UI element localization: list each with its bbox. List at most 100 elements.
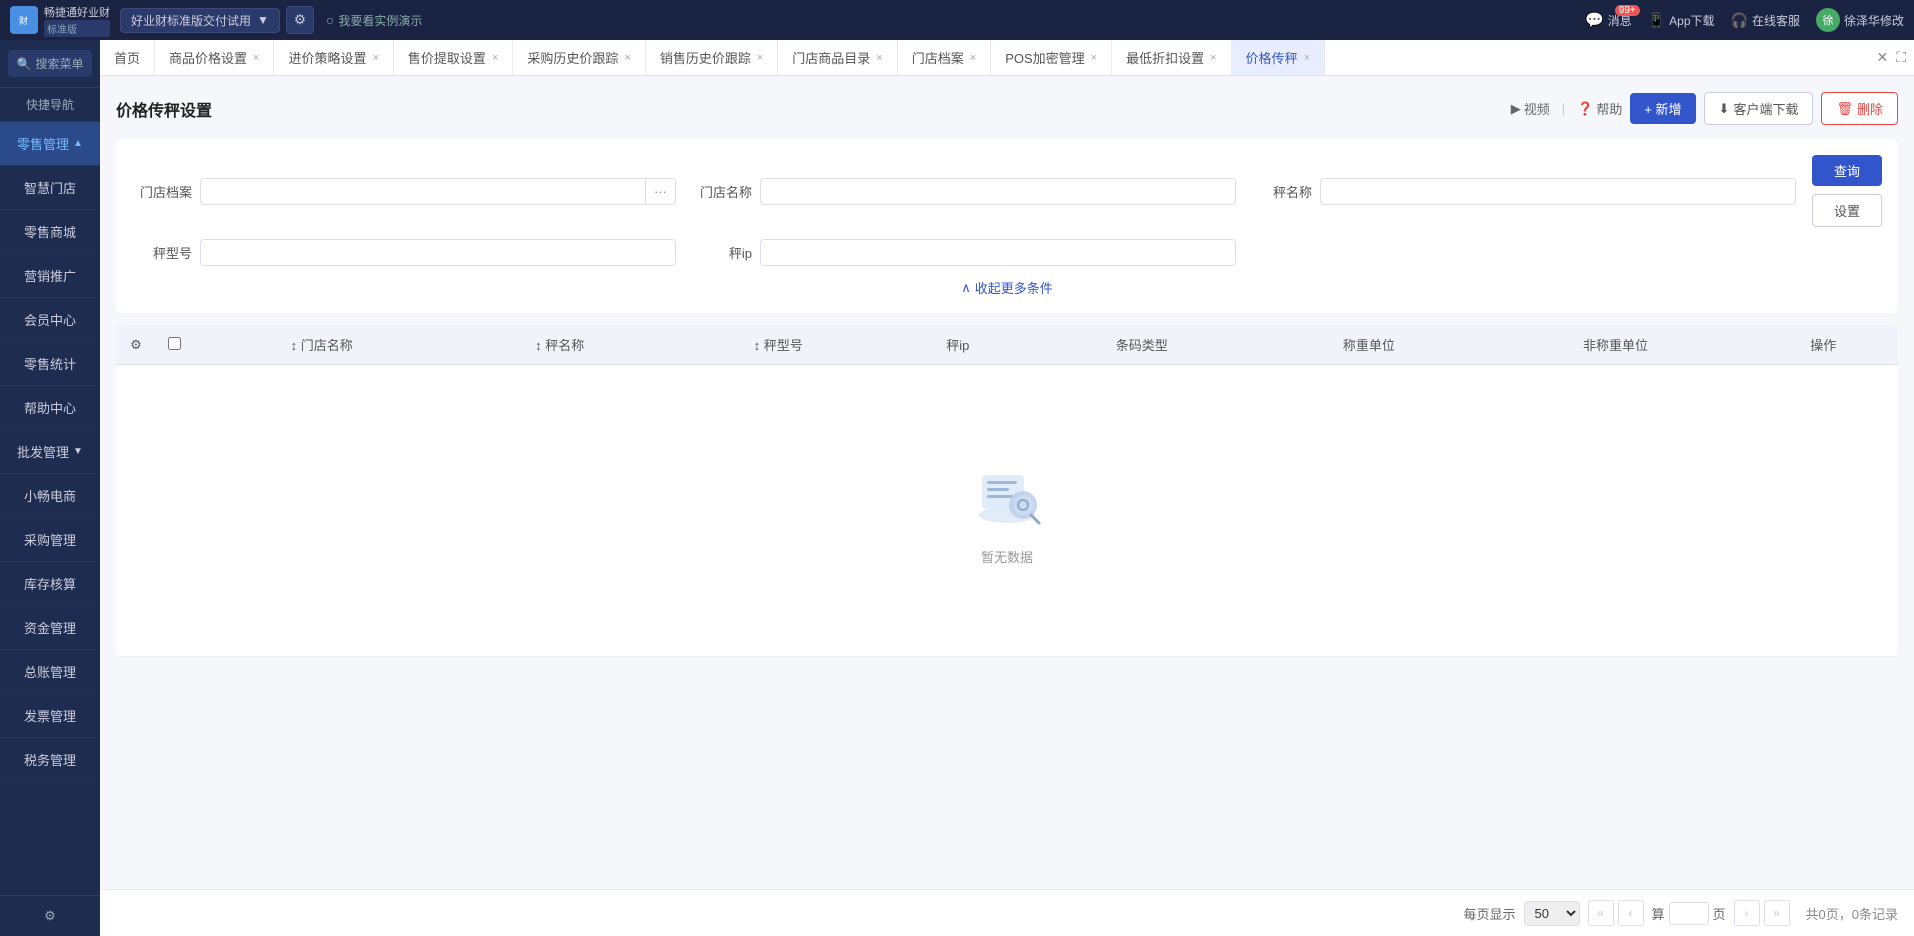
page-nav-right: › »	[1734, 900, 1790, 926]
tab-home[interactable]: 首页	[100, 40, 155, 75]
tab-store-catalog[interactable]: 门店商品目录 ×	[778, 40, 897, 75]
sidebar-item-xiaochange[interactable]: 小畅电商	[0, 474, 100, 518]
logo-area: 财 畅捷通好业财 标准版	[10, 4, 110, 37]
per-page-select[interactable]: 10 20 50 100	[1524, 901, 1580, 926]
page-number-input[interactable]: 1	[1669, 902, 1709, 925]
tab-sale-history[interactable]: 销售历史价跟踪 ×	[646, 40, 778, 75]
app-download-button[interactable]: 📱 App下载	[1648, 12, 1715, 29]
delete-button[interactable]: 🗑 删除	[1821, 92, 1898, 125]
sidebar-item-invoice-mgmt[interactable]: 发票管理	[0, 694, 100, 738]
sidebar-item-inventory[interactable]: 库存核算	[0, 562, 100, 606]
per-page-label: 每页显示	[1463, 904, 1515, 923]
search-menu-button[interactable]: 🔍 搜索菜单	[8, 50, 92, 77]
top-bar: 财 畅捷通好业财 标准版 好业财标准版交付试用 ▼ ⚙ ○ 我要看实例演示 💬 …	[0, 0, 1914, 40]
tab-store-file[interactable]: 门店档案 ×	[898, 40, 991, 75]
page-header: 价格传秤设置 ▶ 视频 | ❓ 帮助 + 新增 ⬇	[116, 92, 1898, 125]
video-link[interactable]: ▶ 视频	[1511, 99, 1550, 118]
pagination-bar: 每页显示 10 20 50 100 « ‹ 算 1 页	[100, 889, 1914, 936]
sidebar-item-smart-store[interactable]: 智慧门店	[0, 166, 100, 210]
top-right-area: 💬 消息 99+ 📱 App下载 🎧 在线客服 徐 徐泽华修改	[1585, 8, 1904, 32]
sidebar-item-marketing[interactable]: 营销推广	[0, 254, 100, 298]
sidebar-item-general-ledger[interactable]: 总账管理	[0, 650, 100, 694]
tab-close-price-scale[interactable]: ×	[1304, 52, 1310, 64]
user-area[interactable]: 徐 徐泽华修改	[1816, 8, 1904, 32]
tab-close-sale-history[interactable]: ×	[757, 52, 763, 64]
empty-text: 暂无数据	[981, 547, 1033, 566]
scale-ip-input[interactable]	[760, 239, 1236, 266]
tab-close-min-discount[interactable]: ×	[1210, 52, 1216, 64]
tab-close-sale-extract[interactable]: ×	[492, 52, 498, 64]
filter-row-1: 门店档案 ··· 门店名称 秤名称	[132, 155, 1882, 227]
collapse-button[interactable]: ∧ 收起更多条件	[961, 278, 1053, 297]
sidebar-item-retail-stats[interactable]: 零售统计	[0, 342, 100, 386]
page-input-group: 算 1 页	[1652, 902, 1726, 925]
filter-scale-ip: 秤ip	[692, 239, 1236, 266]
app-logo: 财	[10, 6, 38, 34]
prev-page-button[interactable]: ‹	[1618, 900, 1644, 926]
store-file-label: 门店档案	[132, 182, 192, 201]
tab-close-store-catalog[interactable]: ×	[876, 52, 882, 64]
query-buttons: 查询 设置	[1812, 155, 1882, 227]
th-scale-ip: 秤ip	[887, 325, 1028, 365]
tab-close-store-file[interactable]: ×	[970, 52, 976, 64]
th-scale-model: ↕ 秤型号	[669, 325, 888, 365]
tab-price-setting[interactable]: 商品价格设置 ×	[155, 40, 274, 75]
page-nav: « ‹	[1588, 900, 1644, 926]
filter-scale-model: 秤型号	[132, 239, 676, 266]
tab-close-purchase-history[interactable]: ×	[624, 52, 630, 64]
download-button[interactable]: ⬇ 客户端下载	[1704, 92, 1814, 125]
th-settings: ⚙	[116, 325, 156, 365]
tab-pos-mgmt[interactable]: POS加密管理 ×	[991, 40, 1112, 75]
sidebar: 🔍 搜索菜单 快捷导航 零售管理 ▲ 智慧门店 零售商城 营销推广 会员中心 零…	[0, 40, 100, 936]
demo-link[interactable]: ○ 我要看实例演示	[326, 12, 422, 29]
tab-sale-extract[interactable]: 售价提取设置 ×	[394, 40, 513, 75]
tab-min-discount[interactable]: 最低折扣设置 ×	[1112, 40, 1231, 75]
tab-close-purchase-strategy[interactable]: ×	[372, 52, 378, 64]
sidebar-item-retail-mgmt[interactable]: 零售管理 ▲	[0, 122, 100, 166]
filter-card: 门店档案 ··· 门店名称 秤名称	[116, 139, 1898, 313]
tab-price-scale[interactable]: 价格传秤 ×	[1232, 40, 1325, 75]
tab-close-window-icon[interactable]: ✕	[1876, 49, 1888, 66]
table-card: ⚙ ↕ 门店名称 ↕ 秤名称	[116, 325, 1898, 657]
topbar-settings-button[interactable]: ⚙	[286, 6, 314, 34]
scale-model-input[interactable]	[200, 239, 676, 266]
messages-button[interactable]: 💬 消息 99+	[1585, 11, 1632, 29]
sidebar-item-purchase-mgmt[interactable]: 采购管理	[0, 518, 100, 562]
selector-area: 好业财标准版交付试用 ▼ ⚙	[120, 6, 314, 34]
add-button[interactable]: + 新增	[1630, 93, 1695, 124]
selector-button[interactable]: 好业财标准版交付试用 ▼	[120, 8, 280, 33]
last-page-button[interactable]: »	[1764, 900, 1790, 926]
select-all-checkbox[interactable]	[168, 337, 181, 350]
tab-purchase-strategy[interactable]: 进价策略设置 ×	[274, 40, 393, 75]
help-link[interactable]: ❓ 帮助	[1577, 99, 1622, 118]
filter-scale-name: 秤名称	[1252, 178, 1796, 205]
online-service-button[interactable]: 🎧 在线客服	[1731, 12, 1800, 29]
sidebar-item-help-center[interactable]: 帮助中心	[0, 386, 100, 430]
app-name-text: 畅捷通好业财 标准版	[44, 4, 110, 37]
sidebar-settings-button[interactable]: ⚙	[0, 895, 100, 936]
tab-close-price-setting[interactable]: ×	[253, 52, 259, 64]
first-page-button[interactable]: «	[1588, 900, 1614, 926]
tab-purchase-history[interactable]: 采购历史价跟踪 ×	[513, 40, 645, 75]
tab-close-pos-mgmt[interactable]: ×	[1091, 52, 1097, 64]
svg-text:财: 财	[19, 15, 28, 26]
store-name-input[interactable]	[760, 178, 1236, 205]
scale-name-input[interactable]	[1320, 178, 1796, 205]
th-checkbox	[156, 325, 193, 365]
table-header-row: ⚙ ↕ 门店名称 ↕ 秤名称	[116, 325, 1898, 365]
next-page-button[interactable]: ›	[1734, 900, 1760, 926]
store-file-input[interactable]	[201, 179, 645, 204]
scale-name-label: 秤名称	[1252, 182, 1312, 201]
scale-model-label: 秤型号	[132, 243, 192, 262]
sidebar-item-retail-mall[interactable]: 零售商城	[0, 210, 100, 254]
query-button[interactable]: 查询	[1812, 155, 1882, 186]
sidebar-item-wholesale-mgmt[interactable]: 批发管理 ▼	[0, 430, 100, 474]
tab-expand-icon[interactable]: ⛶	[1896, 49, 1906, 66]
sidebar-item-tax-mgmt[interactable]: 税务管理	[0, 738, 100, 782]
settings-filter-button[interactable]: 设置	[1812, 194, 1882, 227]
store-file-dots-button[interactable]: ···	[645, 179, 675, 204]
sidebar-item-fund-mgmt[interactable]: 资金管理	[0, 606, 100, 650]
quick-nav-button[interactable]: 快捷导航	[0, 88, 100, 122]
sidebar-item-member[interactable]: 会员中心	[0, 298, 100, 342]
sidebar-search-area: 🔍 搜索菜单	[0, 40, 100, 88]
